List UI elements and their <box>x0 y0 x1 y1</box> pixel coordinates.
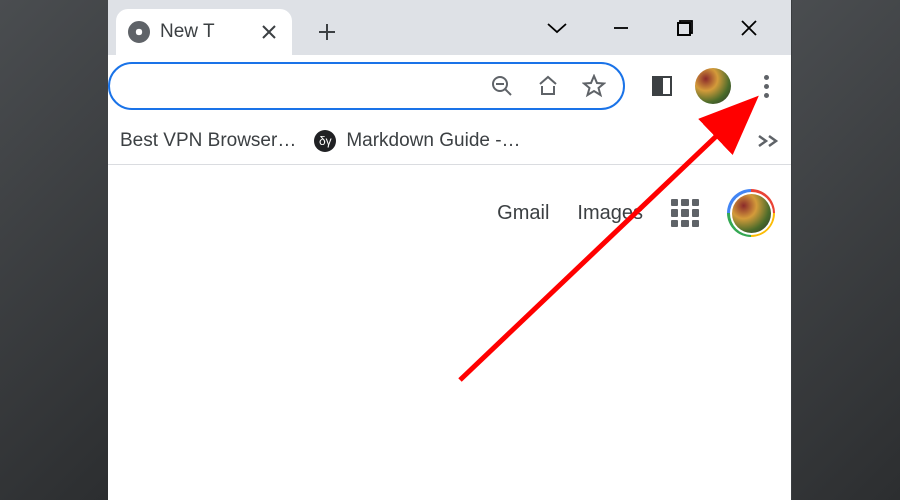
chrome-browser-window: New T <box>108 0 791 500</box>
toolbar <box>108 55 791 117</box>
content-top-nav: Gmail Images <box>497 189 775 237</box>
bookmarks-bar: Best VPN Browser… δγ Markdown Guide -… <box>108 117 791 165</box>
close-window-button[interactable] <box>717 0 781 55</box>
browser-tab[interactable]: New T <box>116 9 292 55</box>
zoom-icon[interactable] <box>489 73 515 99</box>
bookmark-vpn[interactable]: Best VPN Browser… <box>120 130 296 152</box>
tab-title: New T <box>160 21 248 43</box>
bookmark-label: Best VPN Browser… <box>120 130 296 152</box>
window-controls <box>525 0 791 55</box>
account-avatar[interactable] <box>727 189 775 237</box>
address-bar[interactable] <box>108 62 625 110</box>
bookmark-favicon-icon: δγ <box>314 130 336 152</box>
gmail-link[interactable]: Gmail <box>497 202 549 225</box>
profile-avatar-icon[interactable] <box>695 68 731 104</box>
bookmark-markdown[interactable]: δγ Markdown Guide -… <box>314 130 520 152</box>
new-tab-button[interactable] <box>308 13 346 51</box>
google-apps-icon[interactable] <box>671 199 699 227</box>
bookmarks-overflow-icon[interactable] <box>757 128 779 154</box>
minimize-button[interactable] <box>589 0 653 55</box>
three-dot-menu-button[interactable] <box>751 68 781 104</box>
tab-strip: New T <box>108 0 791 55</box>
tab-search-button[interactable] <box>525 0 589 55</box>
new-tab-page: Gmail Images <box>108 165 791 500</box>
share-icon[interactable] <box>535 73 561 99</box>
maximize-button[interactable] <box>653 0 717 55</box>
bookmark-star-icon[interactable] <box>581 73 607 99</box>
close-tab-icon[interactable] <box>258 21 280 43</box>
desktop-background-right <box>792 0 900 500</box>
side-panel-icon[interactable] <box>649 73 675 99</box>
bookmark-label: Markdown Guide -… <box>346 130 520 152</box>
chrome-logo-icon <box>128 21 150 43</box>
images-link[interactable]: Images <box>577 202 643 225</box>
desktop-background-left <box>0 0 108 500</box>
avatar-image <box>732 194 771 233</box>
